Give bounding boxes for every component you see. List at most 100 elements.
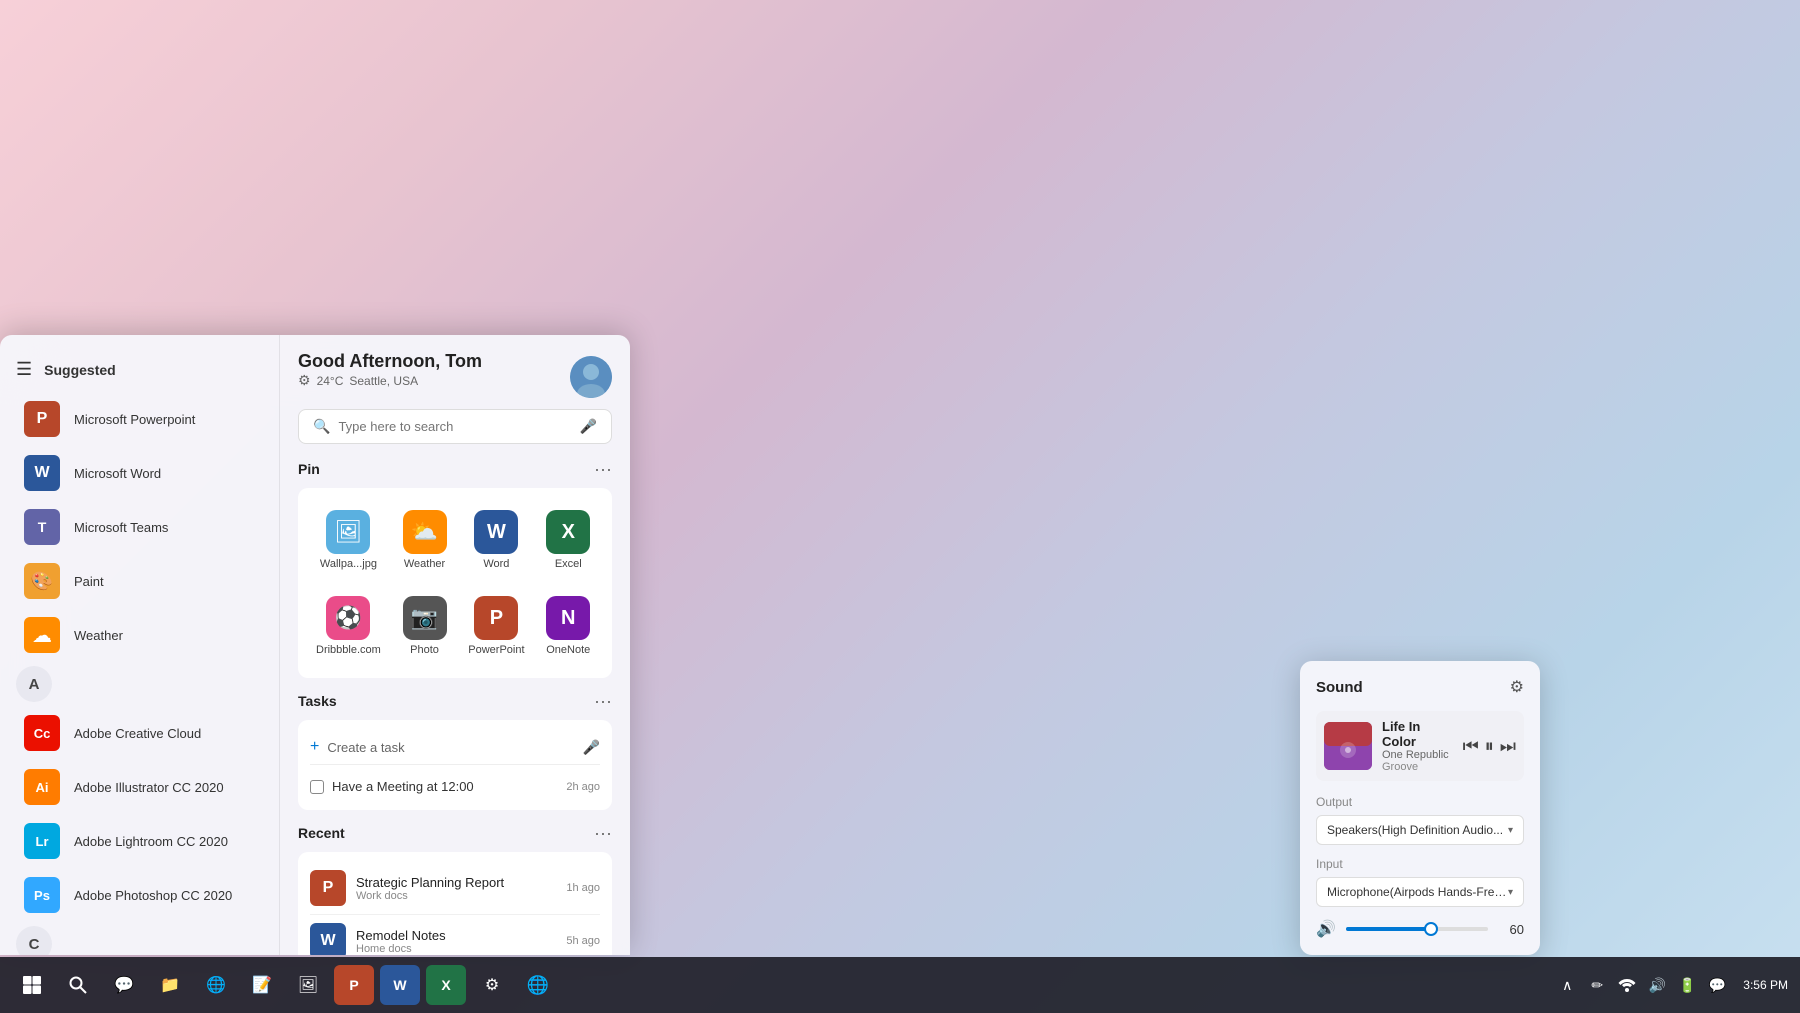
sidebar-item-lightroom[interactable]: Lr Adobe Lightroom CC 2020 — [8, 814, 271, 868]
sidebar-item-teams[interactable]: T Microsoft Teams — [8, 500, 271, 554]
recent-item-0-info: Strategic Planning Report Work docs — [356, 875, 504, 902]
recent-section-title: Recent — [298, 825, 345, 841]
mic-icon[interactable]: 🎤 — [580, 418, 597, 435]
taskbar-volume-icon[interactable]: 🔊 — [1647, 975, 1667, 995]
taskbar-overflow-icon[interactable]: ∧ — [1557, 975, 1577, 995]
sidebar-app-adobe-cc-label: Adobe Creative Cloud — [74, 726, 201, 741]
pin-grid: 🖼 Wallpa...jpg ⛅ Weather W Word X Excel … — [298, 488, 612, 678]
taskbar-explorer-button[interactable]: 📁 — [150, 965, 190, 1005]
taskbar-word-button[interactable]: W — [380, 965, 420, 1005]
photoshop-icon: Ps — [24, 877, 60, 913]
sidebar-app-illustrator-label: Adobe Illustrator CC 2020 — [74, 780, 224, 795]
output-device: Speakers(High Definition Audio... — [1327, 823, 1508, 837]
sidebar-item-photoshop[interactable]: Ps Adobe Photoshop CC 2020 — [8, 868, 271, 922]
sidebar-item-adobe-cc[interactable]: Cc Adobe Creative Cloud — [8, 706, 271, 760]
taskbar-message-icon[interactable]: 💬 — [1707, 975, 1727, 995]
pin-item-word[interactable]: W Word — [462, 500, 530, 580]
weather-temp-icon: ⚙ — [298, 372, 311, 389]
taskbar-network-icon[interactable] — [1617, 975, 1637, 995]
recent-more-button[interactable]: ··· — [594, 824, 612, 842]
song-artist: One Republic — [1382, 749, 1453, 761]
sidebar-app-teams-label: Microsoft Teams — [74, 520, 168, 535]
pin-onenote-icon: N — [546, 596, 590, 640]
weather-location: Seattle, USA — [349, 374, 418, 388]
taskbar-photos-button[interactable]: 🖼 — [288, 965, 328, 1005]
recent-item-1-left: W Remodel Notes Home docs — [310, 923, 446, 955]
lightroom-icon: Lr — [24, 823, 60, 859]
recent-item-0-name: Strategic Planning Report — [356, 875, 504, 890]
sidebar-app-photoshop-label: Adobe Photoshop CC 2020 — [74, 888, 232, 903]
word-icon: W — [24, 455, 60, 491]
pin-item-excel[interactable]: X Excel — [537, 500, 600, 580]
powerpoint-icon: P — [24, 401, 60, 437]
weather-temp: 24°C — [317, 374, 344, 388]
taskbar-chat-button[interactable]: 💬 — [104, 965, 144, 1005]
pin-item-weather[interactable]: ⛅ Weather — [393, 500, 456, 580]
volume-slider[interactable] — [1346, 927, 1488, 931]
pin-section-header: Pin ··· — [298, 460, 612, 478]
output-dropdown[interactable]: Speakers(High Definition Audio... ▾ — [1316, 815, 1524, 845]
pin-item-onenote[interactable]: N OneNote — [537, 586, 600, 666]
taskbar-windows-button[interactable] — [12, 965, 52, 1005]
recent-item-0[interactable]: P Strategic Planning Report Work docs 1h… — [310, 862, 600, 915]
sidebar-item-word[interactable]: W Microsoft Word — [8, 446, 271, 500]
pin-item-wallpaper[interactable]: 🖼 Wallpa...jpg — [310, 500, 387, 580]
output-chevron-icon: ▾ — [1508, 825, 1513, 836]
taskbar-excel-button[interactable]: X — [426, 965, 466, 1005]
sidebar-app-powerpoint-label: Microsoft Powerpoint — [74, 412, 195, 427]
sidebar-item-paint[interactable]: 🎨 Paint — [8, 554, 271, 608]
taskbar-right: ∧ ✏ 🔊 🔋 💬 3:56 PM — [1557, 975, 1788, 995]
volume-thumb[interactable] — [1424, 922, 1438, 936]
pin-more-button[interactable]: ··· — [594, 460, 612, 478]
pause-button[interactable]: ⏸ — [1485, 737, 1494, 755]
taskbar-search-button[interactable] — [58, 965, 98, 1005]
pin-powerpoint-label: PowerPoint — [468, 644, 524, 656]
recent-item-1-name: Remodel Notes — [356, 928, 446, 943]
sidebar-item-illustrator[interactable]: Ai Adobe Illustrator CC 2020 — [8, 760, 271, 814]
sidebar-app-word-label: Microsoft Word — [74, 466, 161, 481]
task-item-meeting[interactable]: Have a Meeting at 12:00 2h ago — [310, 773, 600, 800]
paint-icon: 🎨 — [24, 563, 60, 599]
task-item-left: Have a Meeting at 12:00 — [310, 779, 474, 794]
pin-word-label: Word — [483, 558, 509, 570]
pin-item-powerpoint[interactable]: P PowerPoint — [462, 586, 530, 666]
sound-settings-icon[interactable]: ⚙ — [1510, 677, 1524, 697]
taskbar-battery-icon[interactable]: 🔋 — [1677, 975, 1697, 995]
taskbar-right-icons: ∧ ✏ 🔊 🔋 💬 — [1557, 975, 1727, 995]
illustrator-icon: Ai — [24, 769, 60, 805]
pin-item-photo[interactable]: 📷 Photo — [393, 586, 456, 666]
teams-icon: T — [24, 509, 60, 545]
taskbar-ppt-button[interactable]: P — [334, 965, 374, 1005]
volume-value: 60 — [1498, 922, 1524, 937]
hamburger-icon[interactable]: ☰ — [16, 359, 32, 380]
sidebar-item-powerpoint[interactable]: P Microsoft Powerpoint — [8, 392, 271, 446]
taskbar-notes-button[interactable]: 📝 — [242, 965, 282, 1005]
search-bar[interactable]: 🔍 🎤 — [298, 409, 612, 444]
now-playing: Life In Color One Republic Groove ⏮ ⏸ ⏭ — [1316, 711, 1524, 781]
tasks-more-button[interactable]: ··· — [594, 692, 612, 710]
volume-fill — [1346, 927, 1431, 931]
taskbar-browser-button[interactable]: 🌐 — [518, 965, 558, 1005]
input-dropdown[interactable]: Microphone(Airpods Hands-Free... ▾ — [1316, 877, 1524, 907]
time-display[interactable]: 3:56 PM — [1743, 977, 1788, 994]
next-button[interactable]: ⏭ — [1500, 737, 1516, 755]
volume-row: 🔊 60 — [1316, 919, 1524, 939]
greeting-text: Good Afternoon, Tom — [298, 351, 482, 372]
prev-button[interactable]: ⏮ — [1463, 737, 1479, 755]
pin-item-dribbble[interactable]: ⚽ Dribbble.com — [310, 586, 387, 666]
pin-excel-label: Excel — [555, 558, 582, 570]
taskbar-settings-button[interactable]: ⚙ — [472, 965, 512, 1005]
song-source: Groove — [1382, 761, 1453, 773]
weather-row: ⚙ 24°C Seattle, USA — [298, 372, 482, 389]
taskbar-edge-button[interactable]: 🌐 — [196, 965, 236, 1005]
create-task-mic-icon[interactable]: 🎤 — [583, 739, 600, 756]
recent-item-1[interactable]: W Remodel Notes Home docs 5h ago — [310, 915, 600, 955]
tasks-container: + Create a task 🎤 Have a Meeting at 12:0… — [298, 720, 612, 810]
greeting-block: Good Afternoon, Tom ⚙ 24°C Seattle, USA — [298, 351, 482, 403]
create-task-row[interactable]: + Create a task 🎤 — [310, 730, 600, 765]
user-avatar[interactable] — [570, 356, 612, 398]
sidebar-item-weather[interactable]: ☁ Weather — [8, 608, 271, 662]
task-checkbox[interactable] — [310, 780, 324, 794]
search-input[interactable] — [338, 419, 571, 434]
taskbar-pen-icon[interactable]: ✏ — [1587, 975, 1607, 995]
